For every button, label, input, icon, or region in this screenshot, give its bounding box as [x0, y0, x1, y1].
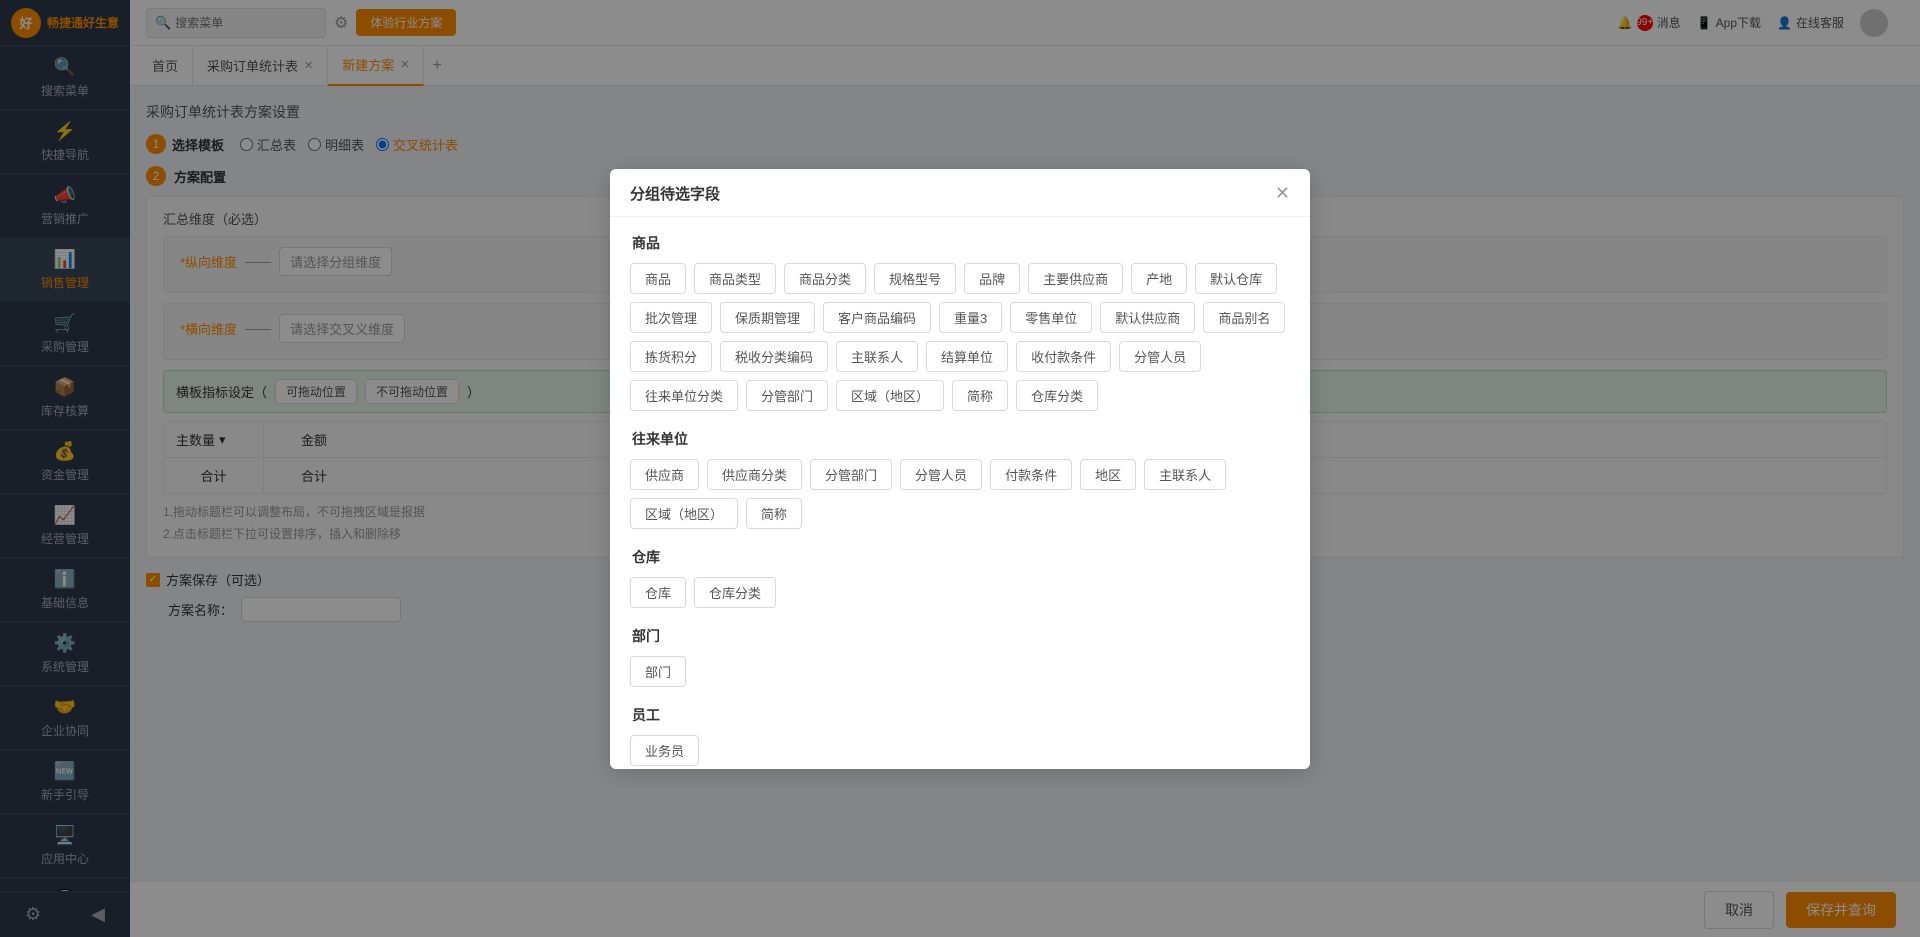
- field-btn-2-1[interactable]: 仓库分类: [694, 577, 776, 608]
- modal-overlay: 分组待选字段 ✕ 商品商品商品类型商品分类规格型号品牌主要供应商产地默认仓库批次…: [0, 0, 1920, 937]
- field-btn-0-3[interactable]: 规格型号: [874, 263, 956, 294]
- field-grid-4: 业务员: [630, 735, 1290, 766]
- field-btn-0-20[interactable]: 分管人员: [1119, 341, 1201, 372]
- modal-section-4: 员工业务员: [630, 705, 1290, 766]
- field-btn-1-8[interactable]: 简称: [746, 498, 802, 529]
- modal-section-3: 部门部门: [630, 626, 1290, 687]
- modal-section-2: 仓库仓库仓库分类: [630, 547, 1290, 608]
- field-btn-0-25[interactable]: 仓库分类: [1016, 380, 1098, 411]
- modal-section-title-3: 部门: [630, 626, 1290, 646]
- field-btn-0-7[interactable]: 默认仓库: [1195, 263, 1277, 294]
- field-grid-1: 供应商供应商分类分管部门分管人员付款条件地区主联系人区域（地区） 简称: [630, 459, 1290, 529]
- field-btn-0-5[interactable]: 主要供应商: [1028, 263, 1123, 294]
- field-btn-2-0[interactable]: 仓库: [630, 577, 686, 608]
- modal-section-title-2: 仓库: [630, 547, 1290, 567]
- field-btn-0-19[interactable]: 收付款条件: [1016, 341, 1111, 372]
- field-btn-0-17[interactable]: 主联系人: [836, 341, 918, 372]
- field-btn-1-7[interactable]: 区域（地区）: [630, 498, 738, 529]
- modal-close-button[interactable]: ✕: [1275, 183, 1290, 204]
- field-btn-1-6[interactable]: 主联系人: [1144, 459, 1226, 490]
- field-grid-3: 部门: [630, 656, 1290, 687]
- modal-section-title-4: 员工: [630, 705, 1290, 725]
- field-btn-0-6[interactable]: 产地: [1131, 263, 1187, 294]
- field-btn-0-24[interactable]: 简称: [952, 380, 1008, 411]
- field-btn-0-23[interactable]: 区域（地区）: [836, 380, 944, 411]
- field-btn-0-9[interactable]: 保质期管理: [720, 302, 815, 333]
- field-btn-0-8[interactable]: 批次管理: [630, 302, 712, 333]
- modal-body: 商品商品商品类型商品分类规格型号品牌主要供应商产地默认仓库批次管理保质期管理客户…: [610, 217, 1310, 769]
- modal-section-0: 商品商品商品类型商品分类规格型号品牌主要供应商产地默认仓库批次管理保质期管理客户…: [630, 233, 1290, 411]
- field-btn-0-4[interactable]: 品牌: [964, 263, 1020, 294]
- modal-section-title-1: 往来单位: [630, 429, 1290, 449]
- modal-section-1: 往来单位供应商供应商分类分管部门分管人员付款条件地区主联系人区域（地区） 简称: [630, 429, 1290, 529]
- modal-title: 分组待选字段: [630, 183, 720, 204]
- field-btn-0-2[interactable]: 商品分类: [784, 263, 866, 294]
- field-btn-0-18[interactable]: 结算单位: [926, 341, 1008, 372]
- field-grid-2: 仓库仓库分类: [630, 577, 1290, 608]
- modal-section-title-0: 商品: [630, 233, 1290, 253]
- field-btn-1-4[interactable]: 付款条件: [990, 459, 1072, 490]
- modal: 分组待选字段 ✕ 商品商品商品类型商品分类规格型号品牌主要供应商产地默认仓库批次…: [610, 169, 1310, 769]
- field-btn-3-0[interactable]: 部门: [630, 656, 686, 687]
- field-btn-0-0[interactable]: 商品: [630, 263, 686, 294]
- field-btn-1-3[interactable]: 分管人员: [900, 459, 982, 490]
- field-btn-0-22[interactable]: 分管部门: [746, 380, 828, 411]
- field-btn-0-15[interactable]: 拣货积分: [630, 341, 712, 372]
- field-btn-0-10[interactable]: 客户商品编码: [823, 302, 931, 333]
- field-btn-4-0[interactable]: 业务员: [630, 735, 699, 766]
- field-btn-0-14[interactable]: 商品别名: [1203, 302, 1285, 333]
- field-btn-0-11[interactable]: 重量3: [939, 302, 1002, 333]
- field-btn-1-1[interactable]: 供应商分类: [707, 459, 802, 490]
- field-btn-1-5[interactable]: 地区: [1080, 459, 1136, 490]
- field-btn-0-12[interactable]: 零售单位: [1010, 302, 1092, 333]
- modal-header: 分组待选字段 ✕: [610, 169, 1310, 217]
- field-btn-0-16[interactable]: 税收分类编码: [720, 341, 828, 372]
- field-btn-0-1[interactable]: 商品类型: [694, 263, 776, 294]
- field-grid-0: 商品商品类型商品分类规格型号品牌主要供应商产地默认仓库批次管理保质期管理客户商品…: [630, 263, 1290, 411]
- field-btn-1-0[interactable]: 供应商: [630, 459, 699, 490]
- field-btn-1-2[interactable]: 分管部门: [810, 459, 892, 490]
- field-btn-0-21[interactable]: 往来单位分类: [630, 380, 738, 411]
- field-btn-0-13[interactable]: 默认供应商: [1100, 302, 1195, 333]
